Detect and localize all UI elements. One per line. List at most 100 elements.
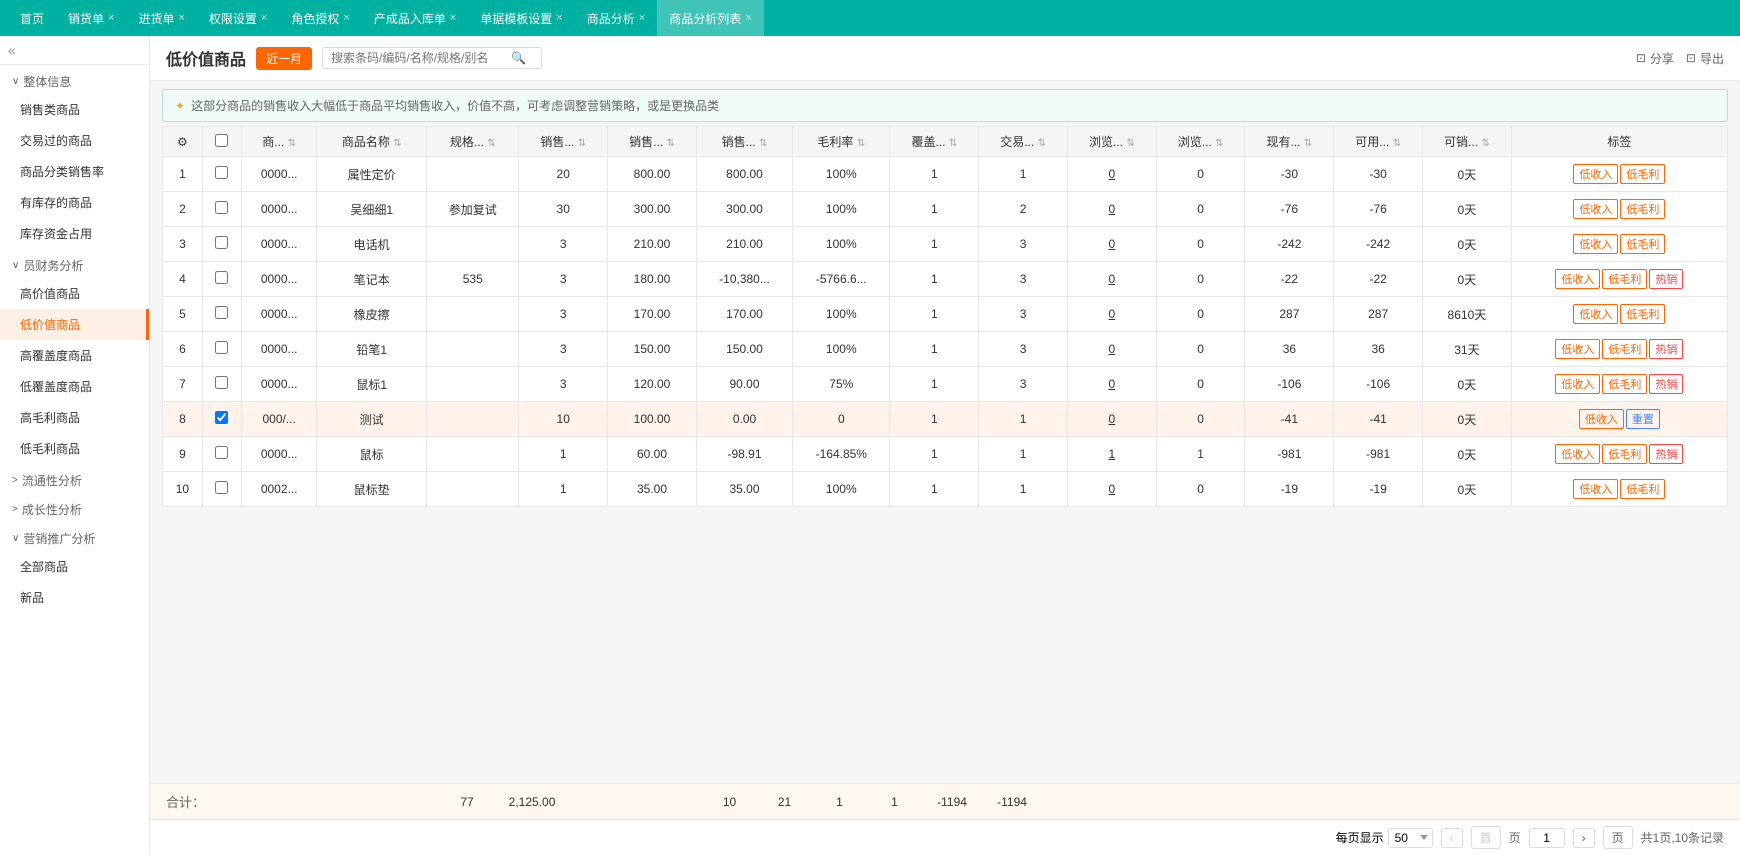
row-checkbox[interactable] xyxy=(215,376,228,389)
cell-checkbox[interactable] xyxy=(202,297,241,332)
nav-permission[interactable]: 权限设置 × xyxy=(197,0,279,36)
sidebar-item-category-rate[interactable]: 商品分类销售率 xyxy=(0,156,149,187)
filter-button[interactable]: 近一月 xyxy=(256,47,312,70)
nav-close-list[interactable]: × xyxy=(745,12,751,24)
cell-checkbox[interactable] xyxy=(202,332,241,367)
nav-product-analysis[interactable]: 商品分析 × xyxy=(575,0,657,36)
nav-template[interactable]: 单据模板设置 × xyxy=(468,0,574,36)
cell-view1[interactable]: 0 xyxy=(1067,297,1156,332)
export-button[interactable]: ⊡ 导出 xyxy=(1686,50,1724,67)
nav-product-in[interactable]: 产成品入库单 × xyxy=(362,0,468,36)
search-input[interactable] xyxy=(331,51,511,65)
sidebar-item-high-margin[interactable]: 高毛利商品 xyxy=(0,402,149,433)
view1-link[interactable]: 0 xyxy=(1108,307,1115,321)
nav-close-template[interactable]: × xyxy=(556,12,562,24)
sidebar-item-low-margin[interactable]: 低毛利商品 xyxy=(0,433,149,464)
cell-view1[interactable]: 0 xyxy=(1067,157,1156,192)
th-checkbox[interactable] xyxy=(202,127,241,157)
cell-view1[interactable]: 0 xyxy=(1067,227,1156,262)
sidebar-item-capital[interactable]: 库存资金占用 xyxy=(0,218,149,249)
cell-view1[interactable]: 0 xyxy=(1067,192,1156,227)
row-checkbox[interactable] xyxy=(215,201,228,214)
cell-view1[interactable]: 0 xyxy=(1067,472,1156,507)
sort-view2-icon[interactable]: ⇅ xyxy=(1215,138,1223,149)
sidebar-group-finance[interactable]: ∨ 员财务分析 xyxy=(0,249,149,278)
sort-sellable-icon[interactable]: ⇅ xyxy=(1481,138,1489,149)
nav-sales-order[interactable]: 销货单 × xyxy=(56,0,126,36)
nav-close-purchase[interactable]: × xyxy=(178,12,184,24)
sidebar-item-low-value[interactable]: 低价值商品 xyxy=(0,309,149,340)
cell-checkbox[interactable] xyxy=(202,402,241,437)
th-settings[interactable]: ⚙ xyxy=(163,127,203,157)
view1-link[interactable]: 1 xyxy=(1108,447,1115,461)
cell-view1[interactable]: 0 xyxy=(1067,367,1156,402)
nav-home[interactable]: 首页 xyxy=(8,0,56,36)
view1-link[interactable]: 0 xyxy=(1108,167,1115,181)
sidebar-item-stocked-goods[interactable]: 有库存的商品 xyxy=(0,187,149,218)
nav-purchase[interactable]: 进货单 × xyxy=(126,0,196,36)
sort-margin-icon[interactable]: ⇅ xyxy=(857,138,865,149)
view1-link[interactable]: 0 xyxy=(1108,202,1115,216)
row-checkbox[interactable] xyxy=(215,271,228,284)
table-container[interactable]: ⚙ 商... ⇅ 商品名称 ⇅ 规格... ⇅ 销售... ⇅ 销售... ⇅ … xyxy=(150,126,1740,783)
cell-checkbox[interactable] xyxy=(202,437,241,472)
cell-checkbox[interactable] xyxy=(202,472,241,507)
view1-link[interactable]: 0 xyxy=(1108,237,1115,251)
sidebar-item-new-goods[interactable]: 新品 xyxy=(0,582,149,613)
settings-icon[interactable]: ⚙ xyxy=(177,135,188,149)
cell-view1[interactable]: 1 xyxy=(1067,437,1156,472)
sort-code-icon[interactable]: ⇅ xyxy=(288,138,296,149)
sort-available-icon[interactable]: ⇅ xyxy=(1393,138,1401,149)
cell-view1[interactable]: 0 xyxy=(1067,262,1156,297)
view1-link[interactable]: 0 xyxy=(1108,412,1115,426)
sort-cover-icon[interactable]: ⇅ xyxy=(949,138,957,149)
sidebar-item-traded-goods[interactable]: 交易过的商品 xyxy=(0,125,149,156)
sidebar-group-overall[interactable]: ∨ 整体信息 xyxy=(0,65,149,94)
sort-price2-icon[interactable]: ⇅ xyxy=(759,138,767,149)
sort-current-icon[interactable]: ⇅ xyxy=(1304,138,1312,149)
sidebar-item-all-goods[interactable]: 全部商品 xyxy=(0,551,149,582)
nav-close-product-analysis[interactable]: × xyxy=(639,12,645,24)
page-next-btn[interactable]: › xyxy=(1573,828,1595,848)
page-first-btn[interactable]: ‹ xyxy=(1441,828,1463,848)
nav-close-role[interactable]: × xyxy=(343,12,349,24)
sidebar-item-high-value[interactable]: 高价值商品 xyxy=(0,278,149,309)
nav-product-analysis-list[interactable]: 商品分析列表 × xyxy=(657,0,763,36)
row-checkbox[interactable] xyxy=(215,306,228,319)
nav-role[interactable]: 角色授权 × xyxy=(279,0,361,36)
cell-checkbox[interactable] xyxy=(202,262,241,297)
row-checkbox[interactable] xyxy=(215,446,228,459)
view1-link[interactable]: 0 xyxy=(1108,482,1115,496)
cell-checkbox[interactable] xyxy=(202,227,241,262)
row-checkbox[interactable] xyxy=(215,236,228,249)
sidebar-group-circulation[interactable]: > 流通性分析 xyxy=(0,464,149,493)
sort-name-icon[interactable]: ⇅ xyxy=(393,138,401,149)
sort-qty1-icon[interactable]: ⇅ xyxy=(578,138,586,149)
sidebar-group-marketing[interactable]: ∨ 营销推广分析 xyxy=(0,522,149,551)
page-last-btn[interactable]: 页 xyxy=(1603,826,1633,849)
share-button[interactable]: ⊡ 分享 xyxy=(1636,50,1674,67)
view1-link[interactable]: 0 xyxy=(1108,377,1115,391)
sidebar-group-growth[interactable]: > 成长性分析 xyxy=(0,493,149,522)
cell-checkbox[interactable] xyxy=(202,192,241,227)
sort-spec-icon[interactable]: ⇅ xyxy=(487,138,495,149)
cell-checkbox[interactable] xyxy=(202,367,241,402)
select-all-checkbox[interactable] xyxy=(215,134,228,147)
page-input[interactable] xyxy=(1529,828,1565,848)
page-home-btn[interactable]: 首 xyxy=(1471,826,1501,849)
sort-trade-icon[interactable]: ⇅ xyxy=(1038,138,1046,149)
cell-checkbox[interactable] xyxy=(202,157,241,192)
sort-view1-icon[interactable]: ⇅ xyxy=(1126,138,1134,149)
view1-link[interactable]: 0 xyxy=(1108,342,1115,356)
sort-price1-icon[interactable]: ⇅ xyxy=(666,138,674,149)
sidebar-item-high-coverage[interactable]: 高覆盖度商品 xyxy=(0,340,149,371)
nav-close-permission[interactable]: × xyxy=(261,12,267,24)
sidebar-item-low-coverage[interactable]: 低覆盖度商品 xyxy=(0,371,149,402)
row-checkbox[interactable] xyxy=(215,481,228,494)
cell-view1[interactable]: 0 xyxy=(1067,402,1156,437)
view1-link[interactable]: 0 xyxy=(1108,272,1115,286)
row-checkbox[interactable] xyxy=(215,411,228,424)
per-page-select[interactable]: 50 100 200 xyxy=(1388,828,1433,848)
row-checkbox[interactable] xyxy=(215,166,228,179)
nav-close-product-in[interactable]: × xyxy=(450,12,456,24)
